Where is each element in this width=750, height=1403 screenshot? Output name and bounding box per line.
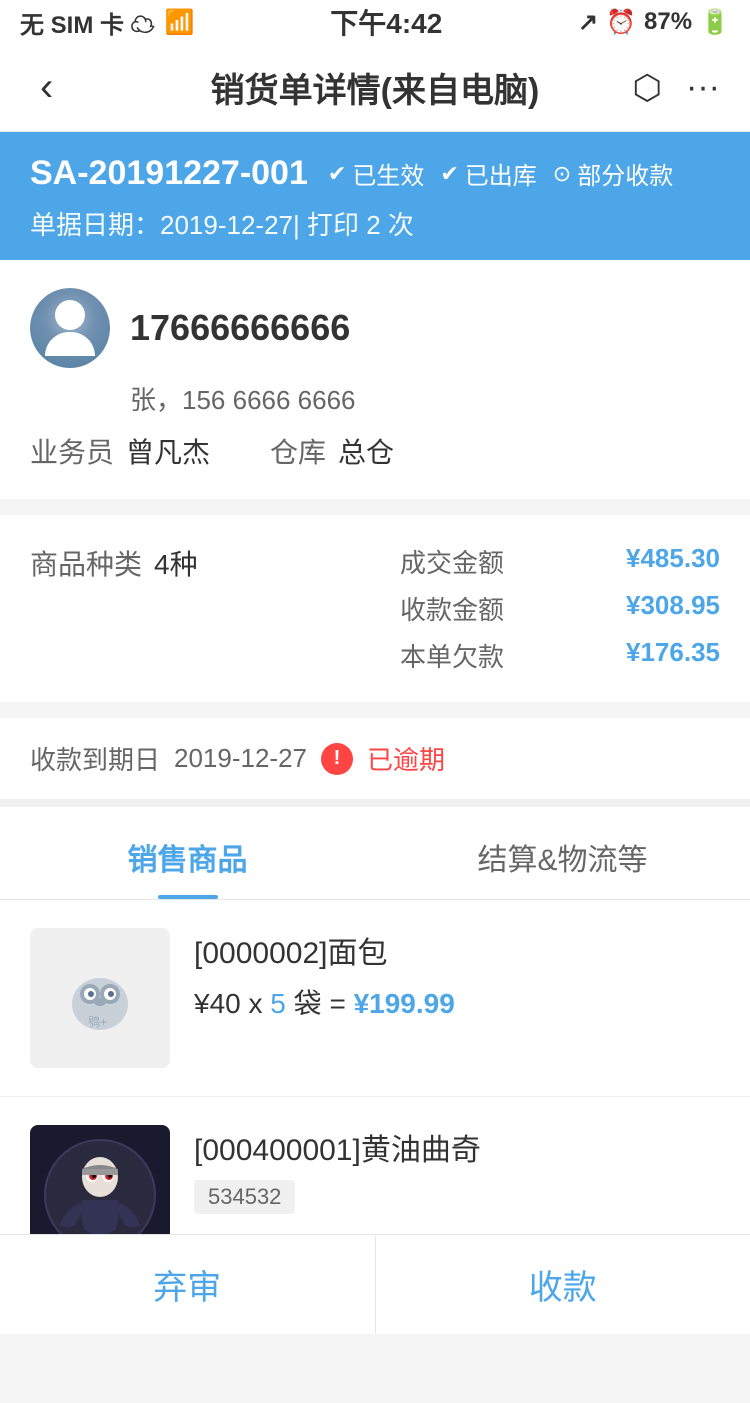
product-type-item: 商品种类 4种 [30, 543, 198, 583]
status-time: 下午4:42 [330, 2, 442, 42]
bottom-bar: 弃审 收款 [0, 1234, 750, 1334]
warehouse-label: 仓库 [270, 431, 326, 471]
badge-shipped: 已出库 [440, 156, 536, 191]
product-tag-2: 534532 [194, 1180, 295, 1214]
overdue-text: 已逾期 [367, 740, 445, 777]
customer-sub-name: 张，156 6666 6666 [30, 380, 720, 417]
overdue-section: 收款到期日 2019-12-27 ! 已逾期 [0, 718, 750, 807]
owed-row: 本单欠款 ¥176.35 [400, 637, 720, 674]
amount-label: 成交金额 [400, 543, 504, 580]
overdue-date: 2019-12-27 [174, 743, 307, 774]
summary-section: 商品种类 4种 成交金额 ¥485.30 收款金额 ¥308.95 本单欠款 ¥… [0, 515, 750, 702]
more-icon[interactable]: ··· [686, 68, 720, 107]
status-right: ↗ ⏰ 87% 🔋 [578, 8, 730, 37]
summary-left: 商品种类 4种 [30, 543, 198, 589]
wifi-icon: 📶 [165, 8, 195, 37]
tab-settlement[interactable]: 结算&物流等 [375, 807, 750, 899]
overdue-warning-icon: ! [321, 743, 353, 775]
battery-icon: 🔋 [700, 8, 730, 37]
status-badges: 已生效 已出库 部分收款 [328, 156, 673, 191]
customer-top: 17666666666 [30, 288, 720, 368]
product-name-1: [0000002]面包 [194, 928, 720, 972]
tabs: 销售商品 结算&物流等 [0, 807, 750, 900]
summary-right: 成交金额 ¥485.30 收款金额 ¥308.95 本单欠款 ¥176.35 [400, 543, 720, 674]
collect-payment-button[interactable]: 收款 [376, 1236, 750, 1333]
warehouse-item: 仓库 总仓 [270, 431, 394, 471]
customer-meta: 业务员 曾凡杰 仓库 总仓 [30, 431, 720, 471]
battery-level: 87% [644, 8, 692, 36]
received-row: 收款金额 ¥308.95 [400, 590, 720, 627]
salesperson-item: 业务员 曾凡杰 [30, 431, 210, 471]
avatar [30, 288, 110, 368]
tab-products[interactable]: 销售商品 [0, 807, 375, 899]
share-icon[interactable]: ⬡ [632, 68, 662, 108]
owl-icon: 鸮+ [60, 958, 140, 1038]
product-item: 鸮+ [0000002]面包 ¥40 x 5 袋 = ¥199.99 [0, 900, 750, 1097]
product-type-value: 4种 [154, 543, 198, 583]
svg-text:鸮+: 鸮+ [88, 1014, 107, 1029]
product-image-placeholder-1: 鸮+ [60, 958, 140, 1038]
back-button[interactable]: ‹ [30, 55, 63, 120]
price-unit-1: 袋 [294, 988, 322, 1019]
owed-value: ¥176.35 [626, 637, 720, 674]
order-header: SA-20191227-001 已生效 已出库 部分收款 单据日期：2019-1… [0, 132, 750, 260]
badge-partial: 部分收款 [553, 156, 673, 191]
salesperson-label: 业务员 [30, 431, 114, 471]
salesperson-value: 曾凡杰 [126, 431, 210, 471]
product-thumb-1: 鸮+ [30, 928, 170, 1068]
price-base-1: ¥40 [194, 988, 241, 1019]
status-bar: 无 SIM 卡 ☁ 📶 下午4:42 ↗ ⏰ 87% 🔋 [0, 0, 750, 44]
customer-id: 17666666666 [130, 307, 350, 349]
location-icon: ↗ [578, 8, 598, 37]
received-label: 收款金额 [400, 590, 504, 627]
price-total-1: ¥199.99 [354, 988, 455, 1019]
received-value: ¥308.95 [626, 590, 720, 627]
nav-bar: ‹ 销货单详情(来自电脑) ⬡ ··· [0, 44, 750, 132]
price-qty-1: 5 [270, 988, 286, 1019]
product-price-1: ¥40 x 5 袋 = ¥199.99 [194, 982, 720, 1022]
warehouse-value: 总仓 [338, 431, 394, 471]
customer-section: 17666666666 张，156 6666 6666 业务员 曾凡杰 仓库 总… [0, 260, 750, 499]
owed-label: 本单欠款 [400, 637, 504, 674]
alarm-icon: ⏰ [606, 8, 636, 37]
order-id: SA-20191227-001 [30, 154, 308, 193]
amount-row: 成交金额 ¥485.30 [400, 543, 720, 580]
badge-activated: 已生效 [328, 156, 424, 191]
page-title: 销货单详情(来自电脑) [211, 63, 540, 112]
product-name-2: [000400001]黄油曲奇 [194, 1125, 720, 1169]
abandon-review-button[interactable]: 弃审 [0, 1236, 376, 1333]
overdue-label: 收款到期日 [30, 740, 160, 777]
order-date: 单据日期：2019-12-27| 打印 2 次 [30, 205, 720, 242]
sim-status: 无 SIM 卡 ☁ [20, 5, 155, 40]
status-left: 无 SIM 卡 ☁ 📶 [20, 5, 195, 40]
amount-value: ¥485.30 [626, 543, 720, 580]
product-type-label: 商品种类 [30, 543, 142, 583]
nav-actions: ⬡ ··· [632, 68, 720, 108]
product-info-1: [0000002]面包 ¥40 x 5 袋 = ¥199.99 [194, 928, 720, 1022]
